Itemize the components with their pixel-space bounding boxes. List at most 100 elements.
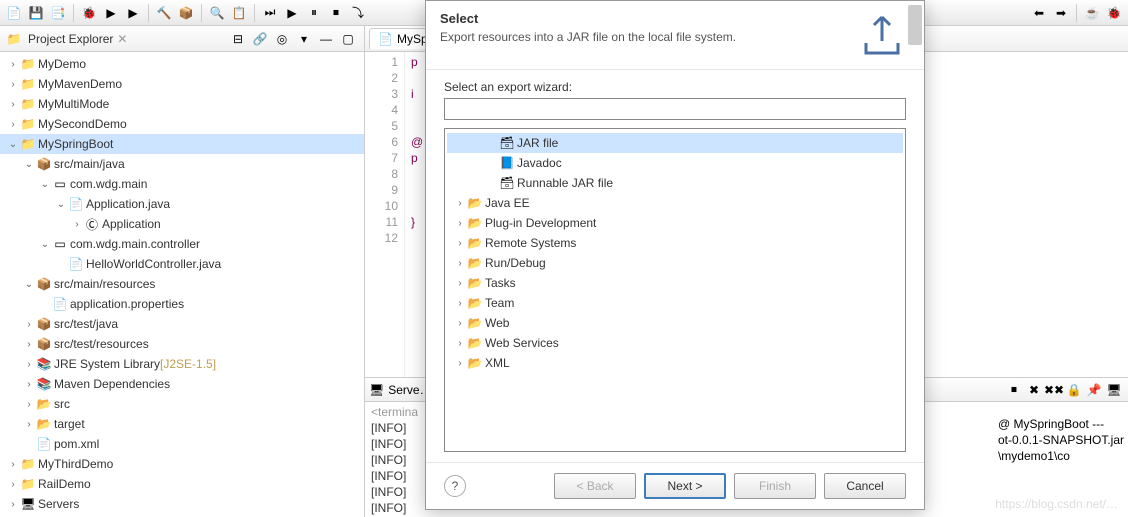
tree-node[interactable]: ⌄📁MySpringBoot: [0, 134, 364, 154]
search-icon[interactable]: 🔍: [207, 3, 227, 23]
task-icon[interactable]: 📋: [229, 3, 249, 23]
tree-node[interactable]: ⌄▭com.wdg.main.controller: [0, 234, 364, 254]
save-all-icon[interactable]: 📑: [48, 3, 68, 23]
chevron-down-icon[interactable]: ⌄: [38, 237, 52, 251]
chevron-right-icon[interactable]: ›: [6, 457, 20, 471]
tree-node[interactable]: ⌄▭com.wdg.main: [0, 174, 364, 194]
tree-node[interactable]: ›📂target: [0, 414, 364, 434]
chevron-right-icon[interactable]: ›: [6, 97, 20, 111]
chevron-right-icon[interactable]: ›: [453, 356, 467, 370]
perspective-debug-icon[interactable]: 🐞: [1104, 3, 1124, 23]
wizard-tree-node[interactable]: ›📂Tasks: [447, 273, 903, 293]
wizard-tree-node[interactable]: ›📂Run/Debug: [447, 253, 903, 273]
run-icon[interactable]: ▶: [101, 3, 121, 23]
nav-back-icon[interactable]: ⬅: [1029, 3, 1049, 23]
save-icon[interactable]: 💾: [26, 3, 46, 23]
chevron-right-icon[interactable]: ›: [6, 57, 20, 71]
build-icon[interactable]: 🔨: [154, 3, 174, 23]
console-terminate-icon[interactable]: ⏹: [1004, 380, 1024, 400]
tree-node[interactable]: 📄application.properties: [0, 294, 364, 314]
new-icon[interactable]: 📄: [4, 3, 24, 23]
wizard-tree-node[interactable]: 🗃Runnable JAR file: [447, 173, 903, 193]
nav-forward-icon[interactable]: ➡: [1051, 3, 1071, 23]
tree-node[interactable]: ›📁MyThirdDemo: [0, 454, 364, 474]
perspective-java-icon[interactable]: ☕: [1082, 3, 1102, 23]
skip-breakpoints-icon[interactable]: ⏭: [260, 3, 280, 23]
stop-icon[interactable]: ⏹: [326, 3, 346, 23]
focus-icon[interactable]: ◎: [272, 29, 292, 49]
wizard-tree-node[interactable]: ›📂Plug-in Development: [447, 213, 903, 233]
wizard-tree-node[interactable]: ›📂Java EE: [447, 193, 903, 213]
link-editor-icon[interactable]: 🔗: [250, 29, 270, 49]
tree-node[interactable]: ›📦src/test/resources: [0, 334, 364, 354]
step-icon[interactable]: ⤵: [348, 3, 368, 23]
console-pin-icon[interactable]: 📌: [1084, 380, 1104, 400]
collapse-all-icon[interactable]: ⊟: [228, 29, 248, 49]
tree-node[interactable]: ›📚Maven Dependencies: [0, 374, 364, 394]
tree-node[interactable]: ›📁MyDemo: [0, 54, 364, 74]
help-button[interactable]: ?: [444, 475, 466, 497]
tree-node[interactable]: ›📁MySecondDemo: [0, 114, 364, 134]
tree-node[interactable]: ›📚JRE System Library [J2SE-1.5]: [0, 354, 364, 374]
tree-node[interactable]: ›📁MyMavenDemo: [0, 74, 364, 94]
chevron-right-icon[interactable]: ›: [22, 417, 36, 431]
tree-node[interactable]: ›📦src/test/java: [0, 314, 364, 334]
console-display-icon[interactable]: 🖥: [1104, 380, 1124, 400]
chevron-right-icon[interactable]: ›: [453, 216, 467, 230]
chevron-right-icon[interactable]: ›: [453, 276, 467, 290]
cancel-button[interactable]: Cancel: [824, 473, 906, 499]
chevron-right-icon[interactable]: ›: [453, 236, 467, 250]
minimize-icon[interactable]: —: [316, 29, 336, 49]
chevron-right-icon[interactable]: ›: [6, 477, 20, 491]
pause-icon[interactable]: ⏸: [304, 3, 324, 23]
tree-node[interactable]: 📄pom.xml: [0, 434, 364, 454]
wizard-tree-node[interactable]: ›📂Web Services: [447, 333, 903, 353]
chevron-right-icon[interactable]: ›: [6, 497, 20, 511]
chevron-right-icon[interactable]: ›: [453, 296, 467, 310]
chevron-right-icon[interactable]: ›: [453, 316, 467, 330]
console-scroll-lock-icon[interactable]: 🔒: [1064, 380, 1084, 400]
tree-node[interactable]: ⌄📦src/main/java: [0, 154, 364, 174]
chevron-right-icon[interactable]: ›: [22, 397, 36, 411]
chevron-right-icon[interactable]: ›: [453, 256, 467, 270]
view-menu-icon[interactable]: ▾: [294, 29, 314, 49]
wizard-tree-node[interactable]: ›📂Team: [447, 293, 903, 313]
wizard-tree-node[interactable]: 📘Javadoc: [447, 153, 903, 173]
chevron-down-icon[interactable]: ⌄: [22, 157, 36, 171]
chevron-down-icon[interactable]: ⌄: [6, 137, 20, 151]
chevron-down-icon[interactable]: ⌄: [38, 177, 52, 191]
debug-icon[interactable]: 🐞: [79, 3, 99, 23]
console-remove-all-icon[interactable]: ✖✖: [1044, 380, 1064, 400]
wizard-tree-node[interactable]: ›📂Web: [447, 313, 903, 333]
tree-node[interactable]: ›📁RailDemo: [0, 474, 364, 494]
wizard-tree-node[interactable]: 🗃JAR file: [447, 133, 903, 153]
tree-node[interactable]: ›📁MyMultiMode: [0, 94, 364, 114]
run-external-icon[interactable]: ▶: [123, 3, 143, 23]
resume-icon[interactable]: ▶: [282, 3, 302, 23]
filter-input[interactable]: [444, 98, 906, 120]
console-remove-icon[interactable]: ✖: [1024, 380, 1044, 400]
tree-node[interactable]: ›🖥Servers: [0, 494, 364, 514]
tree-node[interactable]: ›📂src: [0, 394, 364, 414]
chevron-right-icon[interactable]: ›: [453, 336, 467, 350]
new-package-icon[interactable]: 📦: [176, 3, 196, 23]
export-wizard-tree[interactable]: 🗃JAR file📘Javadoc🗃Runnable JAR file›📂Jav…: [444, 128, 906, 452]
chevron-right-icon[interactable]: ›: [6, 117, 20, 131]
chevron-down-icon[interactable]: ⌄: [22, 277, 36, 291]
next-button[interactable]: Next >: [644, 473, 726, 499]
chevron-right-icon[interactable]: ›: [22, 377, 36, 391]
maximize-icon[interactable]: ▢: [338, 29, 358, 49]
chevron-right-icon[interactable]: ›: [22, 357, 36, 371]
wizard-tree-node[interactable]: ›📂XML: [447, 353, 903, 373]
chevron-right-icon[interactable]: ›: [453, 196, 467, 210]
tree-node[interactable]: ›ⒸApplication: [0, 214, 364, 234]
tree-node[interactable]: ⌄📦src/main/resources: [0, 274, 364, 294]
chevron-right-icon[interactable]: ›: [22, 337, 36, 351]
tree-node[interactable]: 📄HelloWorldController.java: [0, 254, 364, 274]
chevron-right-icon[interactable]: ›: [22, 317, 36, 331]
chevron-down-icon[interactable]: ⌄: [54, 197, 68, 211]
chevron-right-icon[interactable]: ›: [70, 217, 84, 231]
chevron-right-icon[interactable]: ›: [6, 77, 20, 91]
project-tree[interactable]: ›📁MyDemo›📁MyMavenDemo›📁MyMultiMode›📁MySe…: [0, 52, 364, 517]
wizard-tree-node[interactable]: ›📂Remote Systems: [447, 233, 903, 253]
